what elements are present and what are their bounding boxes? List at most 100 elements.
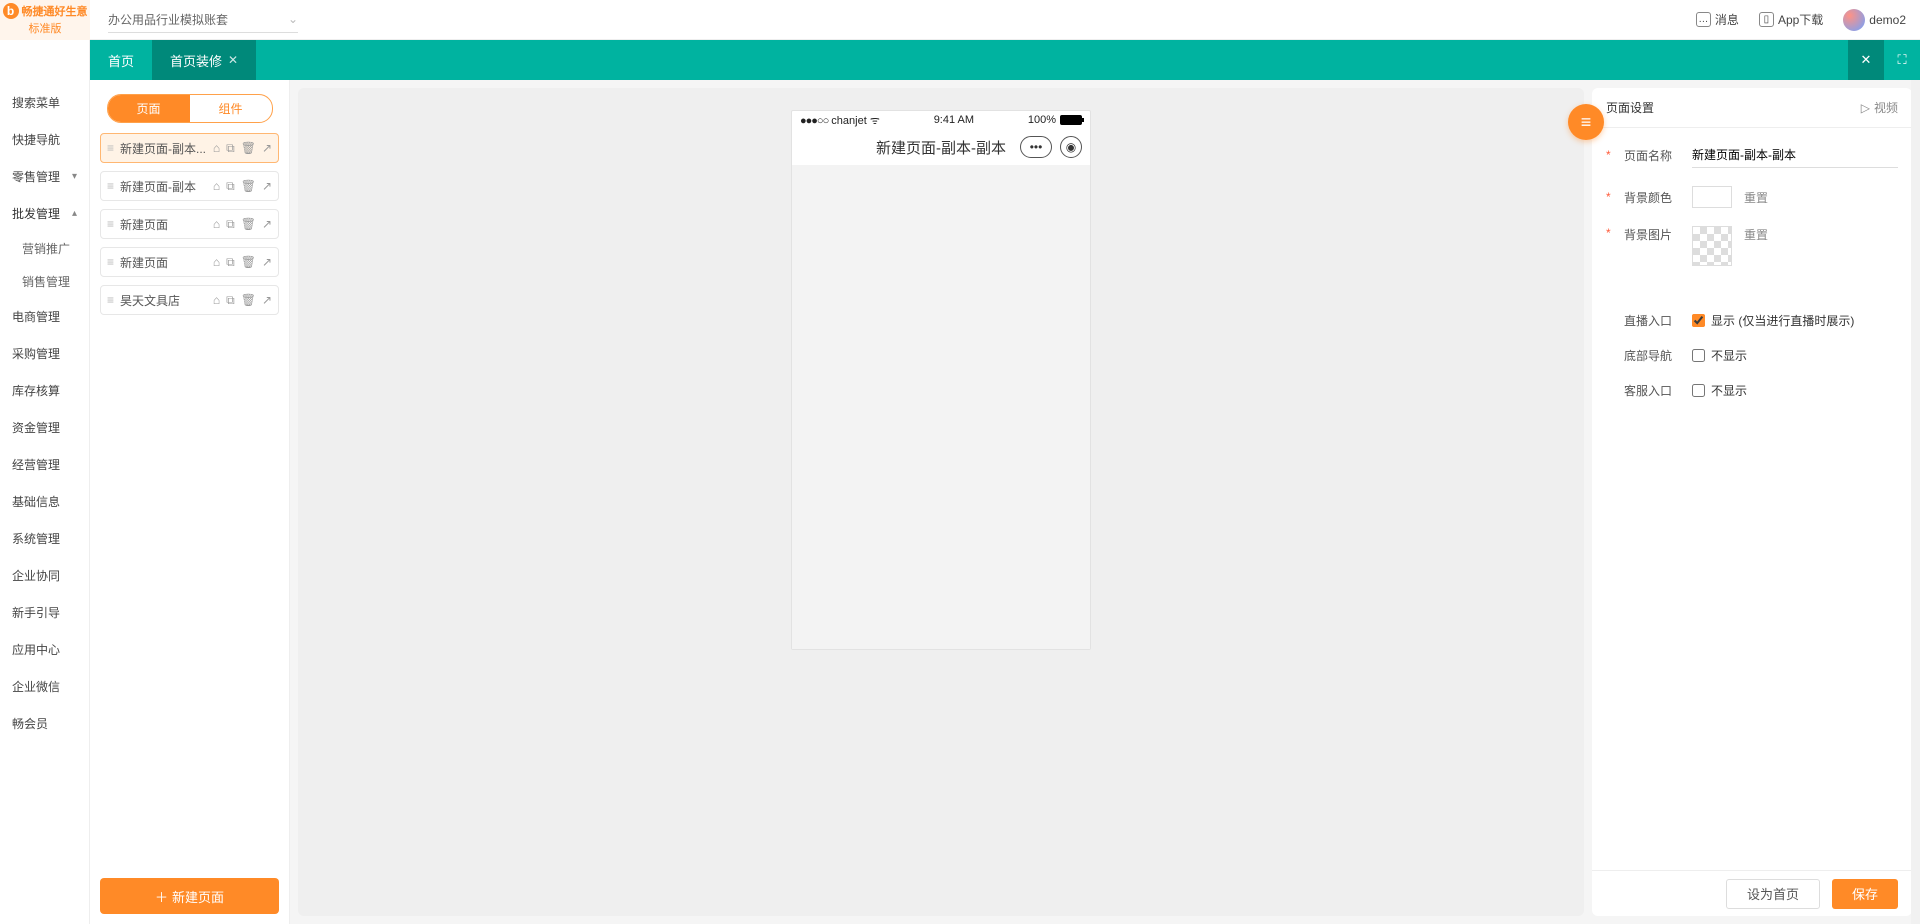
nav-purchase[interactable]: 采购管理 — [0, 335, 89, 372]
nav-marketing[interactable]: 营销推广 — [0, 232, 89, 265]
share-icon[interactable]: ↗ — [262, 179, 272, 193]
messages-link[interactable]: … 消息 — [1696, 11, 1739, 28]
page-item[interactable]: ≡ 新建页面 ⌂ ⧉ 🗑 ↗ — [100, 209, 279, 239]
bg-image-swatch[interactable] — [1692, 226, 1732, 266]
share-icon[interactable]: ↗ — [262, 255, 272, 269]
phone-title: 新建页面-副本-副本 — [876, 137, 1006, 158]
bottom-nav-checkbox[interactable]: 不显示 — [1692, 347, 1747, 364]
nav-wholesale[interactable]: 批发管理▴ — [0, 195, 89, 232]
home-icon[interactable]: ⌂ — [213, 255, 220, 269]
share-icon[interactable]: ↗ — [262, 293, 272, 307]
chevron-down-icon: ⌄ — [288, 12, 298, 26]
pill-tab-component[interactable]: 组件 — [190, 95, 272, 122]
phone-titlebar: 新建页面-副本-副本 ••• ◉ — [792, 129, 1090, 165]
nav-wechat[interactable]: 企业微信 — [0, 668, 89, 705]
nav-system[interactable]: 系统管理 — [0, 520, 89, 557]
delete-icon[interactable]: 🗑 — [241, 293, 256, 307]
brand-edition: 标准版 — [29, 20, 62, 36]
phone-body[interactable] — [792, 165, 1090, 649]
app-download-link[interactable]: ▯ App下载 — [1759, 11, 1823, 28]
drawer-toggle-button[interactable]: ≡ — [1568, 104, 1604, 140]
user-menu[interactable]: demo2 — [1843, 9, 1906, 31]
share-icon[interactable]: ↗ — [262, 141, 272, 155]
copy-icon[interactable]: ⧉ — [226, 293, 235, 308]
drag-handle-icon[interactable]: ≡ — [107, 179, 114, 193]
home-icon[interactable]: ⌂ — [213, 217, 220, 231]
nav-appcenter[interactable]: 应用中心 — [0, 631, 89, 668]
bg-color-swatch[interactable] — [1692, 186, 1732, 208]
copy-icon[interactable]: ⧉ — [226, 217, 235, 232]
phone-time: 9:41 AM — [934, 114, 974, 126]
nav-retail[interactable]: 零售管理▾ — [0, 158, 89, 195]
account-selector[interactable]: 办公用品行业模拟账套 ⌄ — [108, 7, 298, 33]
delete-icon[interactable]: 🗑 — [241, 179, 256, 193]
tabstrip-tools: ✕ ⛶ — [1848, 40, 1920, 80]
page-name-label: 页面名称 — [1624, 147, 1680, 164]
new-page-button[interactable]: ＋ 新建页面 — [100, 878, 279, 914]
home-icon[interactable]: ⌂ — [213, 141, 220, 155]
tab-decor[interactable]: 首页装修 ✕ — [152, 40, 256, 80]
phone-preview: ●●●○○ chanjet ᯤ 9:41 AM 100% 新建页面-副本-副本 … — [791, 110, 1091, 650]
topbar-right: … 消息 ▯ App下载 demo2 — [1696, 9, 1906, 31]
nav-funds[interactable]: 资金管理 — [0, 409, 89, 446]
page-item-name: 新建页面-副本... — [120, 140, 207, 157]
plus-icon: ＋ — [155, 887, 168, 906]
save-button[interactable]: 保存 — [1832, 879, 1898, 909]
phone-battery: 100% — [1028, 114, 1082, 126]
new-page-label: 新建页面 — [172, 887, 224, 906]
nav-quicknav[interactable]: 快捷导航 — [0, 121, 89, 158]
field-page-name: * 页面名称 — [1606, 142, 1898, 168]
field-service-entry: * 客服入口 不显示 — [1606, 382, 1898, 399]
nav-search[interactable]: 搜索菜单 — [0, 84, 89, 121]
bg-image-label: 背景图片 — [1624, 226, 1680, 243]
scrollbar[interactable] — [1911, 80, 1920, 924]
nav-member[interactable]: 畅会员 — [0, 705, 89, 742]
delete-icon[interactable]: 🗑 — [241, 141, 256, 155]
nav-inventory[interactable]: 库存核算 — [0, 372, 89, 409]
nav-operation[interactable]: 经营管理 — [0, 446, 89, 483]
nav-ecom[interactable]: 电商管理 — [0, 298, 89, 335]
target-icon[interactable]: ◉ — [1060, 136, 1082, 158]
drag-handle-icon[interactable]: ≡ — [107, 141, 114, 155]
tab-close-all-button[interactable]: ✕ — [1848, 40, 1884, 80]
tab-home[interactable]: 首页 — [90, 40, 152, 80]
nav-sales[interactable]: 销售管理 — [0, 265, 89, 298]
home-icon[interactable]: ⌂ — [213, 293, 220, 307]
page-name-input[interactable] — [1692, 142, 1898, 168]
delete-icon[interactable]: 🗑 — [241, 255, 256, 269]
copy-icon[interactable]: ⧉ — [226, 141, 235, 156]
home-icon[interactable]: ⌂ — [213, 179, 220, 193]
page-item[interactable]: ≡ 新建页面-副本 ⌂ ⧉ 🗑 ↗ — [100, 171, 279, 201]
delete-icon[interactable]: 🗑 — [241, 217, 256, 231]
bg-color-reset[interactable]: 重置 — [1744, 189, 1768, 206]
avatar — [1843, 9, 1865, 31]
drag-handle-icon[interactable]: ≡ — [107, 293, 114, 307]
field-bg-color: * 背景颜色 重置 — [1606, 186, 1898, 208]
nav-basic[interactable]: 基础信息 — [0, 483, 89, 520]
pill-tab-page[interactable]: 页面 — [108, 95, 190, 122]
service-entry-checkbox[interactable]: 不显示 — [1692, 382, 1747, 399]
more-icon[interactable]: ••• — [1020, 136, 1052, 158]
share-icon[interactable]: ↗ — [262, 217, 272, 231]
bg-image-reset[interactable]: 重置 — [1744, 226, 1768, 243]
page-item-name: 新建页面-副本 — [120, 178, 207, 195]
username: demo2 — [1869, 13, 1906, 27]
set-home-button[interactable]: 设为首页 — [1726, 879, 1820, 909]
drag-handle-icon[interactable]: ≡ — [107, 217, 114, 231]
page-item[interactable]: ≡ 新建页面-副本... ⌂ ⧉ 🗑 ↗ — [100, 133, 279, 163]
page-item[interactable]: ≡ 昊天文具店 ⌂ ⧉ 🗑 ↗ — [100, 285, 279, 315]
nav-guide[interactable]: 新手引导 — [0, 594, 89, 631]
page-item[interactable]: ≡ 新建页面 ⌂ ⧉ 🗑 ↗ — [100, 247, 279, 277]
nav-coop[interactable]: 企业协同 — [0, 557, 89, 594]
close-icon[interactable]: ✕ — [228, 53, 238, 67]
fullscreen-button[interactable]: ⛶ — [1884, 40, 1920, 80]
settings-footer: 设为首页 保存 — [1592, 870, 1912, 916]
copy-icon[interactable]: ⧉ — [226, 255, 235, 270]
live-entry-checkbox[interactable]: 显示 (仅当进行直播时展示) — [1692, 312, 1854, 329]
required-mark: * — [1606, 190, 1612, 204]
settings-header: 页面设置 ▷ 视频 — [1592, 88, 1912, 128]
drag-handle-icon[interactable]: ≡ — [107, 255, 114, 269]
service-entry-label: 客服入口 — [1624, 382, 1680, 399]
video-help-link[interactable]: ▷ 视频 — [1861, 99, 1898, 116]
copy-icon[interactable]: ⧉ — [226, 179, 235, 194]
